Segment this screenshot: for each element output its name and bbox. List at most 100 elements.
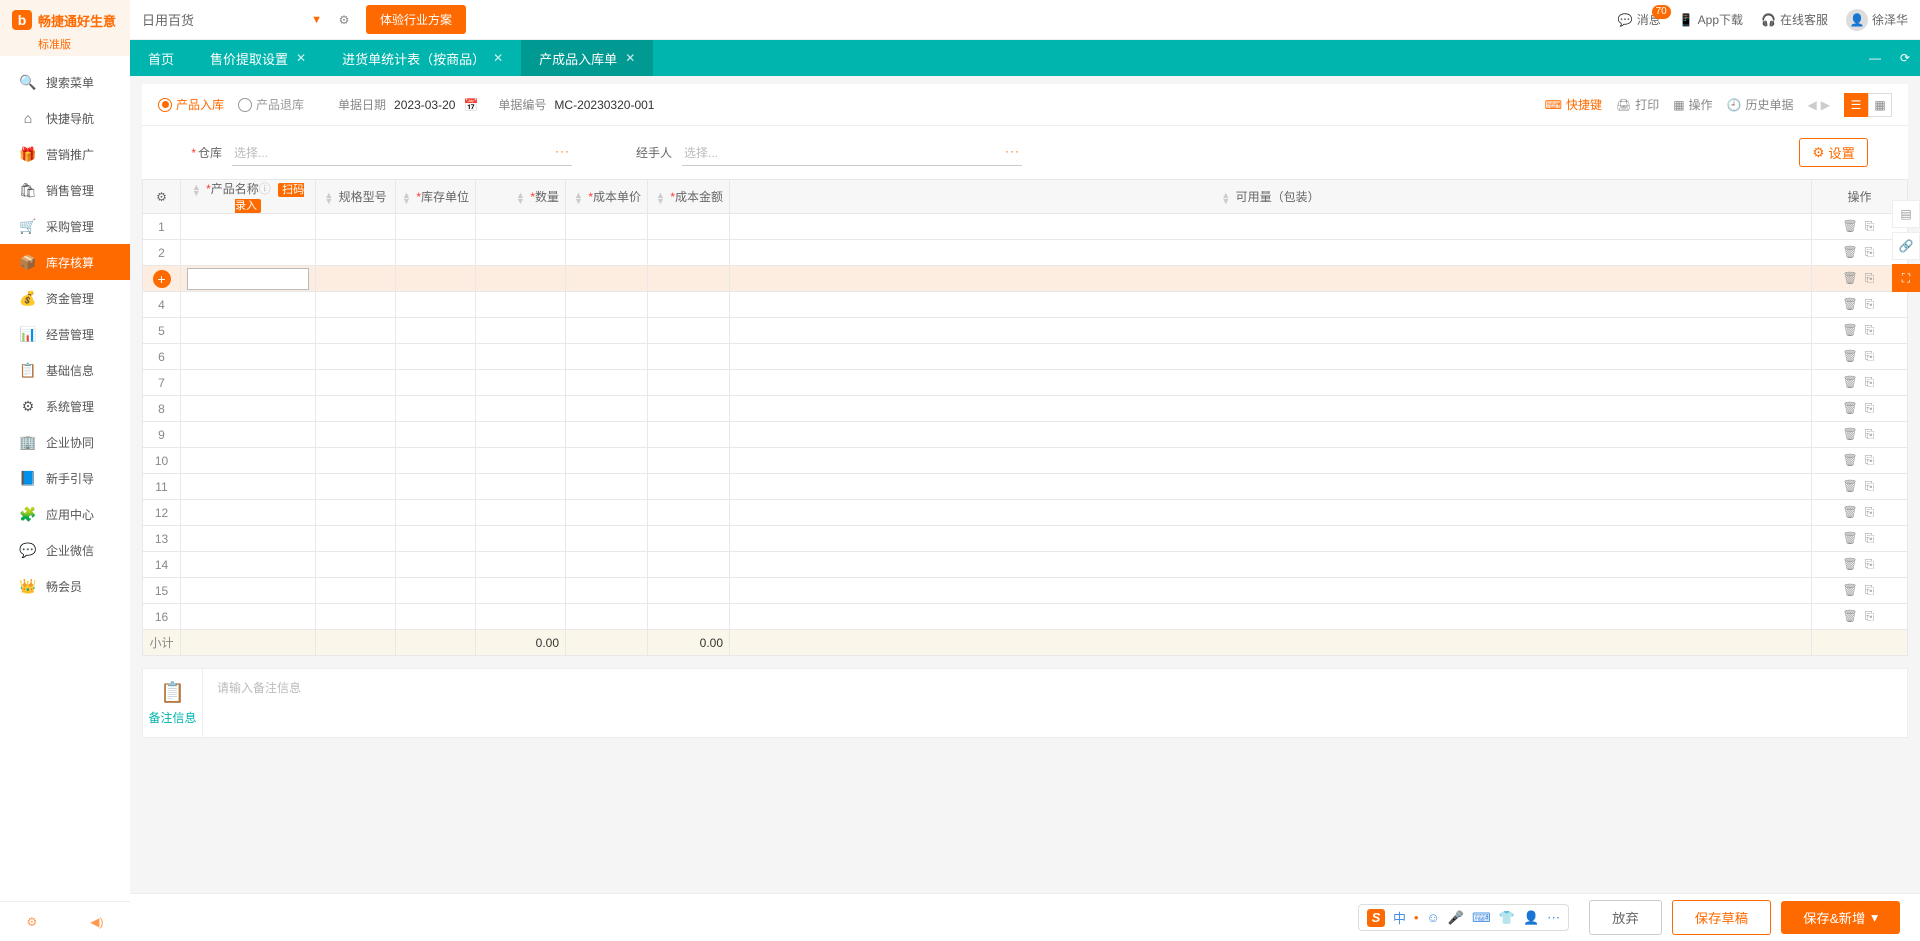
delete-icon[interactable]: 🗑 [1843, 531, 1857, 545]
copy-icon[interactable]: ⎘ [1863, 557, 1877, 572]
delete-icon[interactable]: 🗑 [1843, 505, 1857, 519]
sidebar-item[interactable]: ⌂快捷导航 [0, 100, 130, 136]
table-row[interactable]: 15🗑⎘ [143, 578, 1908, 604]
tab-minimize-button[interactable]: — [1860, 40, 1890, 76]
copy-icon[interactable]: ⎘ [1863, 271, 1877, 286]
view-card-button[interactable]: ▦ [1868, 93, 1892, 117]
messages-button[interactable]: 💬 消息 70 [1618, 11, 1661, 28]
delete-icon[interactable]: 🗑 [1843, 245, 1857, 259]
sidebar-item[interactable]: ⚙系统管理 [0, 388, 130, 424]
table-row[interactable]: 5🗑⎘ [143, 318, 1908, 344]
sidebar-item[interactable]: 🔍搜索菜单 [0, 64, 130, 100]
close-icon[interactable]: ✕ [625, 51, 635, 65]
save-new-button[interactable]: 保存&新增 ▾ [1781, 901, 1900, 934]
settings-icon[interactable]: ⚙ [27, 915, 38, 929]
copy-icon[interactable]: ⎘ [1863, 349, 1877, 364]
delete-icon[interactable]: 🗑 [1843, 479, 1857, 493]
table-row[interactable]: 12🗑⎘ [143, 500, 1908, 526]
add-row-button[interactable]: + [153, 270, 171, 288]
sidebar-item[interactable]: 🛒采购管理 [0, 208, 130, 244]
delete-icon[interactable]: 🗑 [1843, 219, 1857, 233]
warehouse-field[interactable]: *仓库 选择... ··· [182, 140, 572, 166]
copy-icon[interactable]: ⎘ [1863, 583, 1877, 598]
tab[interactable]: 产成品入库单✕ [521, 40, 653, 76]
col-available[interactable]: ▲▼ 可用量（包装） [730, 180, 1812, 214]
table-row[interactable]: 16🗑⎘ [143, 604, 1908, 630]
delete-icon[interactable]: 🗑 [1843, 583, 1857, 597]
user-menu[interactable]: 👤 徐泽华 [1846, 9, 1908, 31]
table-row[interactable]: 7🗑⎘ [143, 370, 1908, 396]
copy-icon[interactable]: ⎘ [1863, 453, 1877, 468]
copy-icon[interactable]: ⎘ [1863, 531, 1877, 546]
category-settings-button[interactable]: ⚙ [334, 10, 354, 30]
sidebar-item[interactable]: 💰资金管理 [0, 280, 130, 316]
table-row[interactable]: 8🗑⎘ [143, 396, 1908, 422]
rail-btn-1[interactable]: ▤ [1892, 200, 1920, 228]
discard-button[interactable]: 放弃 [1589, 900, 1662, 935]
col-unit[interactable]: ▲▼ *库存单位 [396, 180, 476, 214]
history-button[interactable]: 🕘 历史单据 [1727, 96, 1794, 113]
sidebar-item[interactable]: 📊经营管理 [0, 316, 130, 352]
prev-button[interactable]: ◀ [1808, 98, 1817, 112]
settings-button[interactable]: ⚙ 设置 [1799, 138, 1868, 167]
table-row[interactable]: 6🗑⎘ [143, 344, 1908, 370]
next-button[interactable]: ▶ [1821, 98, 1830, 112]
col-amount[interactable]: ▲▼ *成本金额 [648, 180, 730, 214]
table-row[interactable]: 11🗑⎘ [143, 474, 1908, 500]
ellipsis-icon[interactable]: ··· [555, 144, 570, 161]
delete-icon[interactable]: 🗑 [1843, 401, 1857, 415]
sidebar-item[interactable]: 📘新手引导 [0, 460, 130, 496]
ellipsis-icon[interactable]: ··· [1005, 144, 1020, 161]
copy-icon[interactable]: ⎘ [1863, 505, 1877, 520]
tab[interactable]: 首页 [130, 40, 192, 76]
copy-icon[interactable]: ⎘ [1863, 479, 1877, 494]
delete-icon[interactable]: 🗑 [1843, 375, 1857, 389]
shortcut-button[interactable]: ⌨ 快捷键 [1545, 96, 1602, 113]
radio-product-in[interactable]: 产品入库 [158, 96, 224, 113]
online-service-button[interactable]: 🎧 在线客服 [1761, 11, 1828, 28]
sidebar-item[interactable]: 👑畅会员 [0, 568, 130, 604]
table-row[interactable]: + 🗑 ⎘ [143, 266, 1908, 292]
radio-product-out[interactable]: 产品退库 [238, 96, 304, 113]
print-button[interactable]: 🖨 打印 [1616, 96, 1659, 113]
app-download-button[interactable]: 📱 App下载 [1679, 11, 1743, 28]
remarks-input[interactable]: 请输入备注信息 [203, 669, 1907, 737]
copy-icon[interactable]: ⎘ [1863, 297, 1877, 312]
copy-icon[interactable]: ⎘ [1863, 609, 1877, 624]
sidebar-item[interactable]: 📋基础信息 [0, 352, 130, 388]
close-icon[interactable]: ✕ [296, 51, 306, 65]
table-row[interactable]: 2🗑⎘ [143, 240, 1908, 266]
copy-icon[interactable]: ⎘ [1863, 219, 1877, 234]
sidebar-item[interactable]: 🏢企业协同 [0, 424, 130, 460]
sidebar-item[interactable]: 🛍销售管理 [0, 172, 130, 208]
rail-btn-3[interactable]: ⛶ [1892, 264, 1920, 292]
operate-button[interactable]: ▦ 操作 [1673, 96, 1712, 113]
category-select[interactable]: 日用百货 ▼ [142, 10, 322, 29]
table-row[interactable]: 4🗑⎘ [143, 292, 1908, 318]
col-spec[interactable]: ▲▼ 规格型号 [316, 180, 396, 214]
ime-bar[interactable]: S 中 •☺🎤⌨👕👤⋯ [1358, 904, 1569, 931]
view-list-button[interactable]: ☰ [1844, 93, 1868, 117]
delete-icon[interactable]: 🗑 [1843, 271, 1857, 285]
table-row[interactable]: 10🗑⎘ [143, 448, 1908, 474]
copy-icon[interactable]: ⎘ [1863, 323, 1877, 338]
bill-date-field[interactable]: 单据日期 2023-03-20 📅 [338, 96, 478, 113]
tab[interactable]: 进货单统计表（按商品）✕ [324, 40, 521, 76]
copy-icon[interactable]: ⎘ [1863, 401, 1877, 416]
operator-field[interactable]: 经手人 选择... ··· [632, 140, 1022, 166]
table-row[interactable]: 13🗑⎘ [143, 526, 1908, 552]
delete-icon[interactable]: 🗑 [1843, 557, 1857, 571]
col-product[interactable]: ▲▼ *产品名称ⓘ 扫码录入 [181, 180, 316, 214]
column-settings-button[interactable]: ⚙ [143, 180, 181, 214]
rail-btn-2[interactable]: 🔗 [1892, 232, 1920, 260]
delete-icon[interactable]: 🗑 [1843, 609, 1857, 623]
copy-icon[interactable]: ⎘ [1863, 245, 1877, 260]
sidebar-item[interactable]: 📦库存核算 [0, 244, 130, 280]
delete-icon[interactable]: 🗑 [1843, 427, 1857, 441]
sidebar-item[interactable]: 🎁营销推广 [0, 136, 130, 172]
table-row[interactable]: 14🗑⎘ [143, 552, 1908, 578]
copy-icon[interactable]: ⎘ [1863, 427, 1877, 442]
cta-button[interactable]: 体验行业方案 [366, 5, 466, 34]
sidebar-item[interactable]: 🧩应用中心 [0, 496, 130, 532]
col-price[interactable]: ▲▼ *成本单价 [566, 180, 648, 214]
